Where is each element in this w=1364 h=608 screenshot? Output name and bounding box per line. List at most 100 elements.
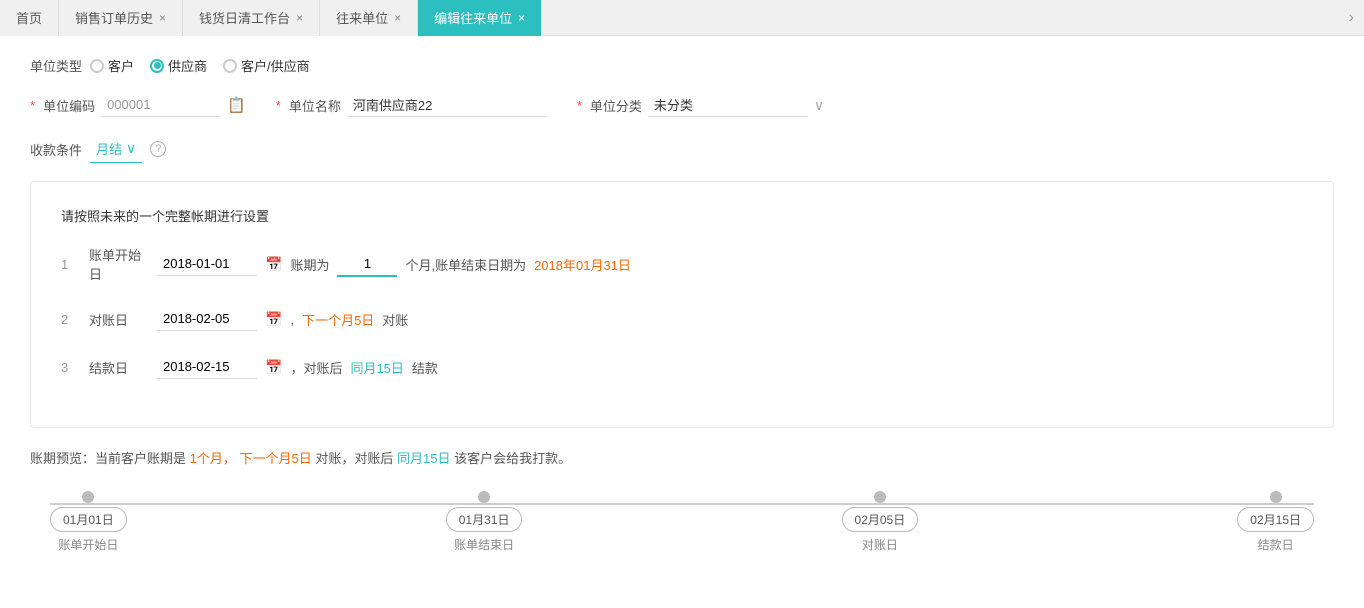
node-date-3: 02月05日 [855, 513, 906, 527]
row-label-2: 对账日 [89, 310, 149, 329]
payment-suffix-pre: ，对账后 [290, 358, 342, 377]
unit-classify-label: 单位分类 [590, 96, 642, 115]
radio-customer-circle [90, 59, 104, 73]
setting-row-2: 2 对账日 📅 , 下一个月5日 对账 [61, 307, 1303, 331]
radio-supplier[interactable]: 供应商 [150, 56, 207, 75]
start-date-cal-icon[interactable]: 📅 [265, 256, 282, 273]
tab-counterpart-label: 往来单位 [336, 8, 388, 27]
unit-classify-group: * 单位分类 ∨ [577, 93, 824, 117]
node-label-4: 结款日 [1258, 536, 1294, 553]
unit-type-label: 单位类型 [30, 56, 82, 75]
reconcile-orange-text: 下一个月5日 [302, 310, 374, 329]
tab-edit-counterpart[interactable]: 编辑往来单位 × [418, 0, 542, 36]
tab-cashflow[interactable]: 钱货日清工作台 × [183, 0, 320, 36]
node-date-4: 02月15日 [1250, 513, 1301, 527]
tab-bar: 首页 销售订单历史 × 钱货日清工作台 × 往来单位 × 编辑往来单位 × › [0, 0, 1364, 36]
row-num-1: 1 [61, 257, 81, 272]
payment-label: 收款条件 [30, 140, 82, 159]
unit-code-group: * 单位编码 📋 [30, 93, 246, 117]
panel-title: 请按照未来的一个完整帐期进行设置 [61, 206, 1303, 225]
unit-name-label: 单位名称 [289, 96, 341, 115]
unit-classify-star: * [577, 98, 582, 113]
tab-home[interactable]: 首页 [0, 0, 59, 36]
payment-help-icon[interactable]: ? [150, 141, 166, 157]
payment-value: 月结 [96, 139, 122, 158]
preview-label: 账期预览：当前客户账期是 [30, 451, 186, 466]
node-date-1: 01月01日 [63, 513, 114, 527]
payment-date-cal-icon[interactable]: 📅 [265, 359, 282, 376]
row-num-2: 2 [61, 312, 81, 327]
period-mid-text: 账期为 [290, 255, 329, 274]
node-label-1: 账单开始日 [58, 536, 118, 553]
node-date-2: 01月31日 [459, 513, 510, 527]
timeline-node-4: 02月15日 结款日 [1237, 491, 1314, 553]
radio-supplier-label: 供应商 [168, 56, 207, 75]
unit-code-copy-icon[interactable]: 📋 [227, 96, 246, 114]
node-dot-4 [1270, 491, 1282, 503]
tab-counterpart-close[interactable]: × [394, 11, 401, 25]
unit-name-group: * 单位名称 [276, 93, 547, 117]
tab-edit-counterpart-label: 编辑往来单位 [434, 8, 512, 27]
period-input[interactable] [337, 252, 397, 277]
unit-name-input[interactable] [347, 93, 547, 117]
timeline-node-3: 02月05日 对账日 [842, 491, 919, 553]
node-bubble-4: 02月15日 [1237, 507, 1314, 532]
node-dot-3 [874, 491, 886, 503]
radio-customer[interactable]: 客户 [90, 56, 134, 75]
preview-part5: 该客户会给我打款。 [454, 451, 571, 466]
preview-part3: 对账，对账后 [315, 451, 393, 466]
radio-both-circle [223, 59, 237, 73]
reconcile-date-cal-icon[interactable]: 📅 [265, 311, 282, 328]
tab-cashflow-close[interactable]: × [296, 11, 303, 25]
payment-dropdown-icon[interactable]: ∨ [126, 140, 136, 157]
radio-customer-label: 客户 [108, 56, 134, 75]
radio-both[interactable]: 客户/供应商 [223, 56, 310, 75]
unit-code-star: * [30, 98, 35, 113]
node-label-2: 账单结束日 [454, 536, 514, 553]
period-end-text: 2018年01月31日 [534, 255, 631, 274]
tab-sales-history-label: 销售订单历史 [75, 8, 153, 27]
row-num-3: 3 [61, 360, 81, 375]
row-label-1: 账单开始日 [89, 245, 149, 283]
tab-sales-history-close[interactable]: × [159, 11, 166, 25]
payment-select[interactable]: 月结 ∨ [90, 135, 142, 163]
setting-panel: 请按照未来的一个完整帐期进行设置 1 账单开始日 📅 账期为 个月,账单结束日期… [30, 181, 1334, 428]
reconcile-date-input[interactable] [157, 307, 257, 331]
node-dot-1 [82, 491, 94, 503]
setting-row-1: 1 账单开始日 📅 账期为 个月,账单结束日期为 2018年01月31日 [61, 245, 1303, 283]
start-date-input[interactable] [157, 252, 257, 276]
preview-part4: 同月15日 [397, 451, 450, 466]
tab-sales-history[interactable]: 销售订单历史 × [59, 0, 183, 36]
preview-part2: 下一个月5日 [240, 451, 312, 466]
unit-code-label: 单位编码 [43, 96, 95, 115]
tab-cashflow-label: 钱货日清工作台 [199, 8, 290, 27]
radio-group-unit-type: 客户 供应商 客户/供应商 [90, 56, 310, 75]
radio-supplier-circle [150, 59, 164, 73]
unit-classify-input[interactable] [648, 93, 808, 117]
tab-expand-icon[interactable]: › [1339, 9, 1364, 27]
unit-type-row: 单位类型 客户 供应商 客户/供应商 [30, 56, 1334, 75]
unit-name-star: * [276, 98, 281, 113]
tab-edit-counterpart-close[interactable]: × [518, 11, 525, 25]
timeline-line [50, 503, 1314, 505]
node-bubble-1: 01月01日 [50, 507, 127, 532]
setting-row-3: 3 结款日 📅 ，对账后 同月15日 结款 [61, 355, 1303, 379]
payment-suffix-post: 结款 [412, 358, 438, 377]
payment-date-input[interactable] [157, 355, 257, 379]
payment-teal-text: 同月15日 [350, 358, 403, 377]
preview-part1: 1个月， [190, 451, 236, 466]
tab-counterpart[interactable]: 往来单位 × [320, 0, 418, 36]
timeline-node-2: 01月31日 账单结束日 [446, 491, 523, 553]
unit-classify-dropdown-icon[interactable]: ∨ [814, 97, 824, 114]
main-content: 单位类型 客户 供应商 客户/供应商 * 单位编码 📋 * 单位名称 [0, 36, 1364, 608]
node-bubble-2: 01月31日 [446, 507, 523, 532]
reconcile-suffix-pre: , [290, 312, 294, 327]
node-label-3: 对账日 [862, 536, 898, 553]
unit-code-input[interactable] [101, 93, 221, 117]
timeline-container: 01月01日 账单开始日 01月31日 账单结束日 02月05日 [30, 491, 1334, 553]
timeline-node-1: 01月01日 账单开始日 [50, 491, 127, 553]
payment-row: 收款条件 月结 ∨ ? [30, 135, 1334, 163]
period-unit-text: 个月,账单结束日期为 [405, 255, 526, 274]
row-label-3: 结款日 [89, 358, 149, 377]
radio-both-label: 客户/供应商 [241, 56, 310, 75]
